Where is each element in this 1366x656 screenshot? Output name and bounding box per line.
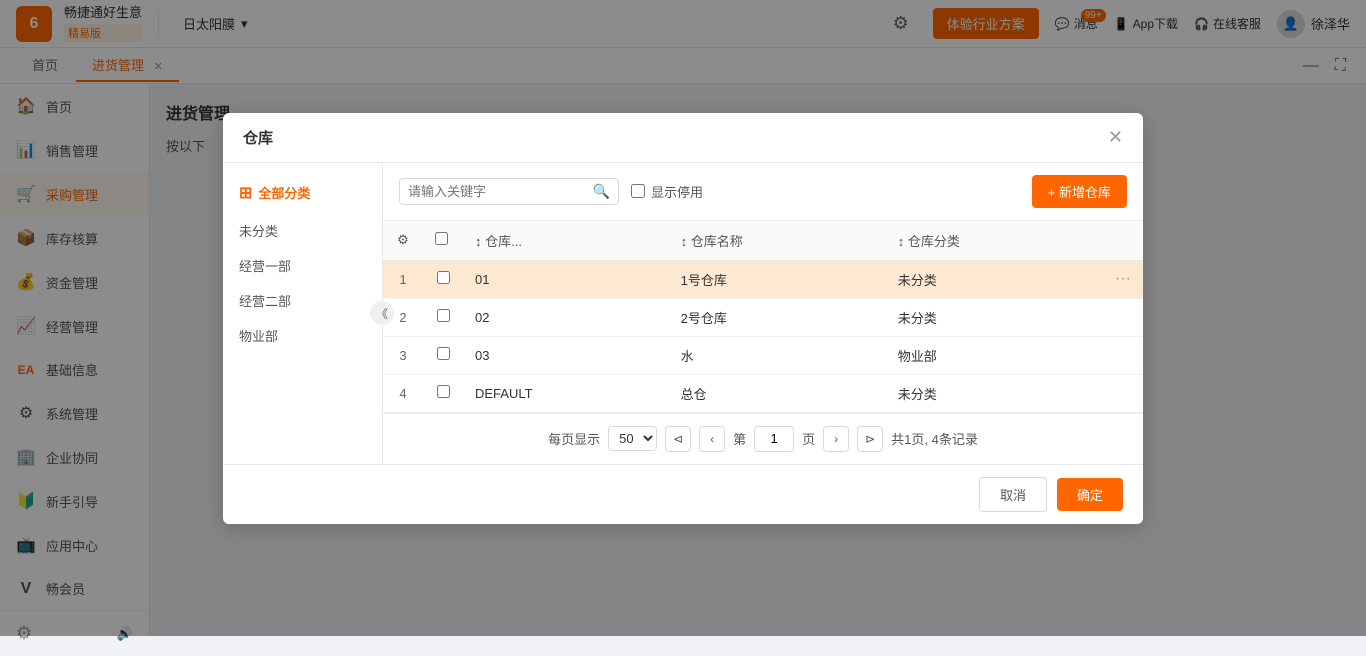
cancel-button[interactable]: 取消 (979, 477, 1047, 512)
category-item-property[interactable]: 物业部 (223, 318, 382, 353)
sort-icon: ↕ (475, 234, 482, 249)
modal-overlay: 仓库 ✕ ⊞ 全部分类 未分类 经营一部 经营二部 (0, 0, 1366, 636)
modal-footer: 取消 确定 (223, 464, 1143, 524)
next-page-button[interactable]: › (823, 426, 849, 452)
modal-close-button[interactable]: ✕ (1108, 128, 1123, 146)
row-name: 总仓 (669, 374, 886, 412)
more-icon[interactable]: ··· (1115, 270, 1131, 287)
page-label: 页 (802, 429, 815, 448)
col-actions (1103, 221, 1143, 261)
category-item-uncategorized[interactable]: 未分类 (223, 213, 382, 248)
page-input[interactable] (754, 426, 794, 452)
modal-body: ⊞ 全部分类 未分类 经营一部 经营二部 物业部 《 (223, 163, 1143, 464)
row-more[interactable] (1103, 298, 1143, 336)
row-checkbox[interactable] (423, 336, 463, 374)
select-all-checkbox[interactable] (435, 232, 448, 245)
page-size-select[interactable]: 50 (608, 426, 657, 451)
sort-icon: ↕ (681, 234, 688, 249)
table-area: 🔍 显示停用 + 新增仓库 ⚙ (383, 163, 1143, 464)
total-info: 共1页, 4条记录 (891, 429, 978, 448)
category-all-label: 全部分类 (258, 183, 310, 202)
col-code: ↕ 仓库... (463, 221, 669, 261)
row-name: 水 (669, 336, 886, 374)
col-category: ↕ 仓库分类 (886, 221, 1103, 261)
grid-icon: ⊞ (239, 183, 252, 203)
row-num: 3 (383, 336, 423, 374)
table-toolbar: 🔍 显示停用 + 新增仓库 (383, 163, 1143, 220)
row-code: 03 (463, 336, 669, 374)
last-page-button[interactable]: ⊳ (857, 426, 883, 452)
row-code: 02 (463, 298, 669, 336)
search-input[interactable] (408, 184, 587, 199)
sort-icon: ↕ (898, 234, 905, 249)
show-disabled-label[interactable]: 显示停用 (631, 182, 703, 201)
first-page-button[interactable]: ⊲ (665, 426, 691, 452)
category-collapse-button[interactable]: 《 (370, 301, 394, 325)
table-row[interactable]: 2 02 2号仓库 未分类 (383, 298, 1143, 336)
row-more[interactable] (1103, 374, 1143, 412)
warehouse-modal: 仓库 ✕ ⊞ 全部分类 未分类 经营一部 经营二部 (223, 113, 1143, 524)
modal-title: 仓库 (243, 127, 273, 148)
pagination: 每页显示 50 ⊲ ‹ 第 页 › ⊳ 共1页, 4条记录 (383, 413, 1143, 464)
table-row[interactable]: 1 01 1号仓库 未分类 ··· (383, 260, 1143, 298)
prev-page-button[interactable]: ‹ (699, 426, 725, 452)
page-label-prefix: 第 (733, 429, 746, 448)
data-table: ⚙ ↕ 仓库... ↕ 仓库名称 (383, 220, 1143, 413)
category-item-ops2[interactable]: 经营二部 (223, 283, 382, 318)
table-row[interactable]: 4 DEFAULT 总仓 未分类 (383, 374, 1143, 412)
row-checkbox[interactable] (423, 260, 463, 298)
row-more[interactable] (1103, 336, 1143, 374)
row-category: 未分类 (886, 298, 1103, 336)
row-num: 1 (383, 260, 423, 298)
table-header-row: ⚙ ↕ 仓库... ↕ 仓库名称 (383, 221, 1143, 261)
warehouse-table: ⚙ ↕ 仓库... ↕ 仓库名称 (383, 221, 1143, 413)
search-box: 🔍 (399, 178, 619, 205)
modal-header: 仓库 ✕ (223, 113, 1143, 163)
category-header[interactable]: ⊞ 全部分类 (223, 175, 382, 213)
category-item-ops1[interactable]: 经营一部 (223, 248, 382, 283)
col-checkbox (423, 221, 463, 261)
table-row[interactable]: 3 03 水 物业部 (383, 336, 1143, 374)
page-size-label: 每页显示 (548, 429, 600, 448)
row-name: 1号仓库 (669, 260, 886, 298)
col-name: ↕ 仓库名称 (669, 221, 886, 261)
row-code: DEFAULT (463, 374, 669, 412)
row-num: 4 (383, 374, 423, 412)
search-icon[interactable]: 🔍 (593, 183, 610, 200)
row-name: 2号仓库 (669, 298, 886, 336)
col-settings: ⚙ (383, 221, 423, 261)
show-disabled-checkbox[interactable] (631, 184, 645, 198)
row-checkbox[interactable] (423, 374, 463, 412)
row-category: 物业部 (886, 336, 1103, 374)
category-sidebar: ⊞ 全部分类 未分类 经营一部 经营二部 物业部 《 (223, 163, 383, 464)
confirm-button[interactable]: 确定 (1057, 478, 1123, 511)
row-code: 01 (463, 260, 669, 298)
row-category: 未分类 (886, 374, 1103, 412)
row-checkbox[interactable] (423, 298, 463, 336)
add-warehouse-button[interactable]: + 新增仓库 (1032, 175, 1127, 208)
row-more[interactable]: ··· (1103, 260, 1143, 298)
row-category: 未分类 (886, 260, 1103, 298)
